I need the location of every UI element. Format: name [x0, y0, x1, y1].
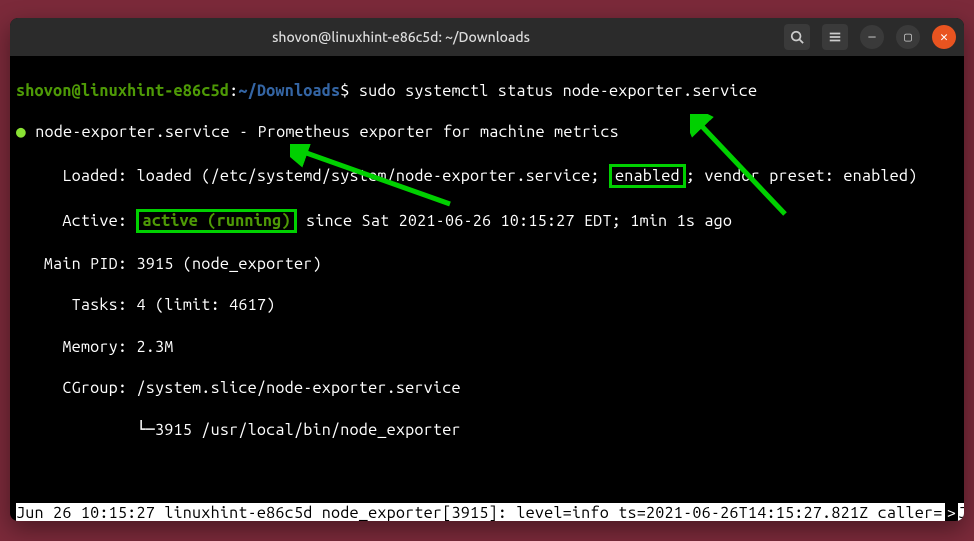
titlebar-controls: — ▢ ✕: [784, 24, 956, 50]
hamburger-icon: [828, 30, 842, 44]
titlebar[interactable]: shovon@linuxhint-e86c5d: ~/Downloads — ▢…: [10, 18, 964, 56]
status-dot-icon: ●: [16, 123, 35, 141]
main-pid-line: Main PID: 3915 (node_exporter): [16, 254, 958, 275]
log-line: Jun 26 10:15:27 linuxhint-e86c5d node_ex…: [958, 503, 964, 521]
maximize-button[interactable]: ▢: [896, 25, 920, 49]
prompt-line: shovon@linuxhint-e86c5d:~/Downloads$ sud…: [16, 81, 958, 102]
maximize-icon: ▢: [904, 30, 912, 45]
close-button[interactable]: ✕: [932, 25, 956, 49]
command-text: sudo systemctl status node-exporter.serv…: [359, 82, 757, 100]
terminal-window: shovon@linuxhint-e86c5d: ~/Downloads — ▢…: [10, 18, 964, 521]
line-continuation-icon: >: [945, 503, 958, 521]
loaded-line: Loaded: loaded (/etc/systemd/system/node…: [16, 164, 958, 188]
memory-line: Memory: 2.3M: [16, 337, 958, 358]
enabled-highlight: enabled: [609, 164, 686, 188]
minimize-button[interactable]: —: [860, 25, 884, 49]
cgroup-line: CGroup: /system.slice/node-exporter.serv…: [16, 378, 958, 399]
minimize-icon: —: [868, 30, 875, 44]
search-icon: [790, 30, 804, 44]
cgroup-child-line: └─3915 /usr/local/bin/node_exporter: [16, 420, 958, 441]
close-icon: ✕: [940, 30, 948, 45]
log-line: Jun 26 10:15:27 linuxhint-e86c5d node_ex…: [16, 503, 958, 521]
search-button[interactable]: [784, 24, 810, 50]
active-line: Active: active (running) since Sat 2021-…: [16, 209, 958, 233]
log-lines: Jun 26 10:15:27 linuxhint-e86c5d node_ex…: [16, 503, 958, 521]
active-highlight: active (running): [136, 209, 296, 233]
tasks-line: Tasks: 4 (limit: 4617): [16, 295, 958, 316]
prompt-user-host: shovon@linuxhint-e86c5d: [16, 82, 229, 100]
menu-button[interactable]: [822, 24, 848, 50]
prompt-path: ~/Downloads: [238, 82, 340, 100]
service-header: ● node-exporter.service - Prometheus exp…: [16, 122, 958, 143]
terminal-body[interactable]: shovon@linuxhint-e86c5d:~/Downloads$ sud…: [10, 56, 964, 521]
window-title: shovon@linuxhint-e86c5d: ~/Downloads: [18, 29, 784, 45]
blank-line: [16, 462, 958, 483]
